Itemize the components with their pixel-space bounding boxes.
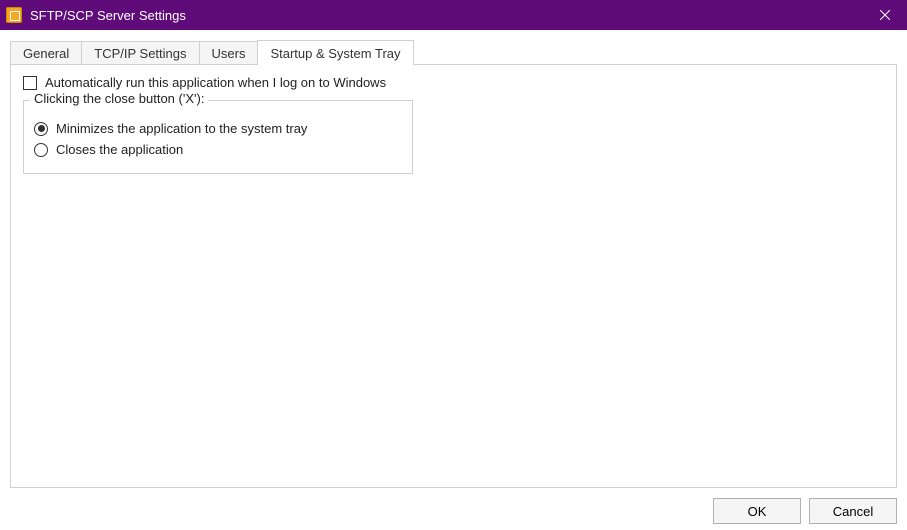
close-group-legend: Clicking the close button ('X'): <box>30 91 208 106</box>
radio-close-label: Closes the application <box>56 142 183 157</box>
window-title: SFTP/SCP Server Settings <box>30 8 862 23</box>
app-icon <box>6 7 22 23</box>
tab-strip: General TCP/IP Settings Users Startup & … <box>10 40 413 66</box>
close-icon <box>880 10 890 20</box>
radio-close[interactable] <box>34 143 48 157</box>
radio-minimize-label: Minimizes the application to the system … <box>56 121 307 136</box>
tab-panel: Automatically run this application when … <box>10 64 897 488</box>
tab-startup[interactable]: Startup & System Tray <box>257 40 413 66</box>
radio-minimize[interactable] <box>34 122 48 136</box>
autorun-checkbox[interactable] <box>23 76 37 90</box>
dialog-footer: OK Cancel <box>0 492 907 530</box>
startup-tab-content: Automatically run this application when … <box>11 65 896 184</box>
cancel-button[interactable]: Cancel <box>809 498 897 524</box>
autorun-label: Automatically run this application when … <box>45 75 386 90</box>
window: SFTP/SCP Server Settings General TCP/IP … <box>0 0 907 530</box>
content: General TCP/IP Settings Users Startup & … <box>0 30 907 492</box>
close-button[interactable] <box>862 0 907 30</box>
radio-close-row[interactable]: Closes the application <box>34 142 402 157</box>
ok-button[interactable]: OK <box>713 498 801 524</box>
autorun-checkbox-row[interactable]: Automatically run this application when … <box>23 75 884 90</box>
radio-minimize-row[interactable]: Minimizes the application to the system … <box>34 121 402 136</box>
tab-host: General TCP/IP Settings Users Startup & … <box>10 64 897 488</box>
close-behavior-group: Clicking the close button ('X'): Minimiz… <box>23 100 413 174</box>
titlebar: SFTP/SCP Server Settings <box>0 0 907 30</box>
